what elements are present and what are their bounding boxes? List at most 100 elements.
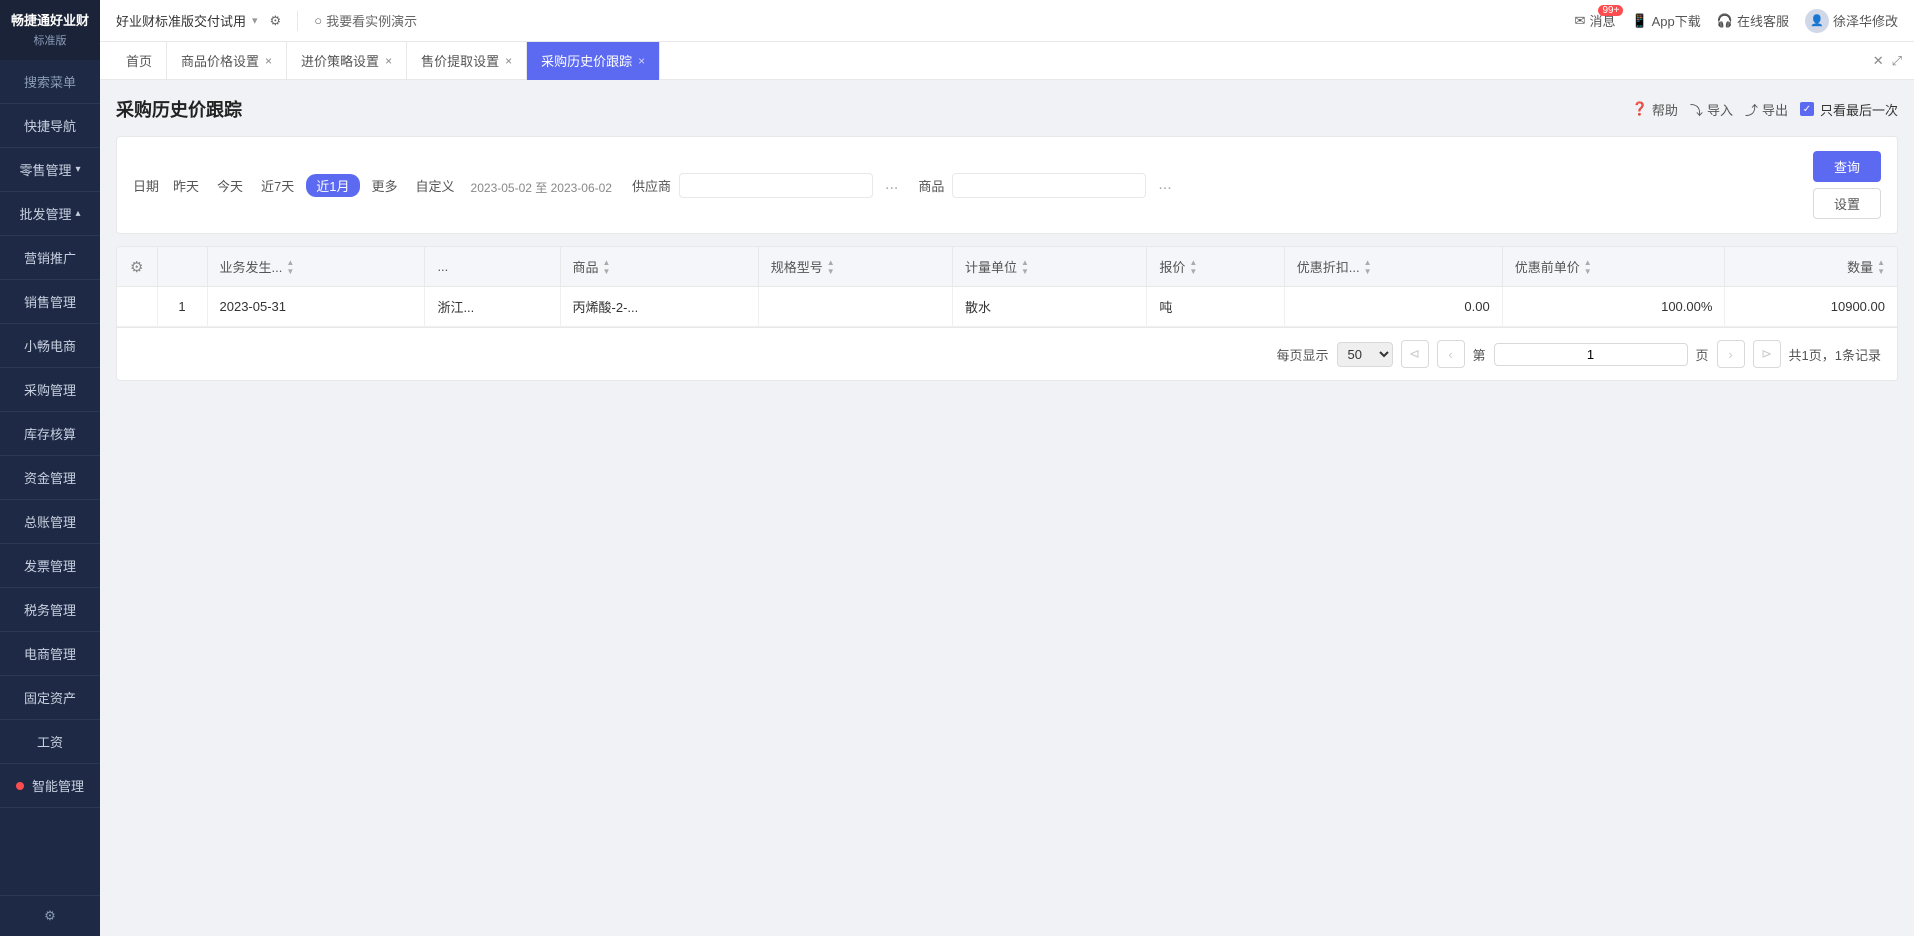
prev-page-button[interactable]: ‹	[1437, 340, 1465, 368]
th-date[interactable]: 业务发生... ▲▼	[207, 247, 425, 287]
last-page-button[interactable]: ⊳	[1753, 340, 1781, 368]
tab-purchase-strategy-label: 进价策略设置	[301, 51, 379, 70]
sidebar-item-purchase[interactable]: 采购管理	[0, 368, 100, 412]
close-icon[interactable]: ×	[385, 54, 392, 68]
close-icon[interactable]: ×	[265, 54, 272, 68]
date-option-more[interactable]: 更多	[366, 174, 404, 197]
sidebar-item-inventory[interactable]: 库存核算	[0, 412, 100, 456]
th-quantity[interactable]: 数量 ▲▼	[1725, 247, 1897, 287]
help-label: 帮助	[1652, 100, 1678, 119]
tab-purchase-history[interactable]: 采购历史价跟踪 ×	[527, 42, 660, 80]
online-service-label: 在线客服	[1737, 11, 1789, 30]
th-dots[interactable]: ...	[425, 247, 560, 287]
th-price[interactable]: 报价 ▲▼	[1147, 247, 1284, 287]
sidebar-item-sales[interactable]: 销售管理	[0, 280, 100, 324]
topbar-settings-icon[interactable]: ⚙	[270, 13, 282, 29]
date-options: 昨天 今天 近7天 近1月 更多 自定义	[167, 174, 461, 197]
export-button[interactable]: ⤴ 导出	[1745, 100, 1788, 119]
message-icon: ✉	[1575, 13, 1586, 29]
sidebar-item-ai[interactable]: 智能管理	[0, 764, 100, 808]
chevron-down-icon: ▾	[75, 164, 80, 175]
sidebar: 畅捷通好业财 标准版 搜索菜单 快捷导航 零售管理 ▾ 批发管理 ▴ 营销推广 …	[0, 0, 100, 936]
demo-label: 我要看实例演示	[326, 11, 417, 30]
headset-icon: 🎧	[1717, 13, 1733, 29]
filter-bar: 日期 昨天 今天 近7天 近1月 更多 自定义 2023-05-02 至 202…	[116, 136, 1898, 234]
topbar: 好业财标准版交付试用 ▾ ⚙ ○ 我要看实例演示 ✉ 消息 99+ 📱 App下…	[100, 0, 1914, 42]
import-button[interactable]: ⤵ 导入	[1690, 100, 1733, 119]
sidebar-item-finance[interactable]: 资金管理	[0, 456, 100, 500]
supplier-dots[interactable]: ...	[885, 176, 898, 194]
product-dots[interactable]: ...	[1158, 176, 1171, 194]
supplier-input[interactable]	[679, 173, 873, 198]
user-name: 徐泽华修改	[1833, 11, 1898, 30]
th-spec[interactable]: 规格型号 ▲▼	[758, 247, 952, 287]
sidebar-item-fixed-assets[interactable]: 固定资产	[0, 676, 100, 720]
date-option-custom[interactable]: 自定义	[410, 174, 461, 197]
sidebar-item-quick-nav[interactable]: 快捷导航	[0, 104, 100, 148]
only-last-checkbox-label[interactable]: ✓ 只看最后一次	[1800, 100, 1898, 119]
tab-product-price[interactable]: 商品价格设置 ×	[167, 42, 287, 80]
app-download-button[interactable]: 📱 App下载	[1631, 11, 1700, 30]
settings-button[interactable]: 设置	[1813, 188, 1881, 219]
product-selector[interactable]: 好业财标准版交付试用 ▾	[116, 11, 258, 30]
sidebar-item-salary[interactable]: 工资	[0, 720, 100, 764]
sidebar-item-wholesale[interactable]: 批发管理 ▴	[0, 192, 100, 236]
date-option-1month[interactable]: 近1月	[306, 174, 359, 197]
search-menu-button[interactable]: 搜索菜单	[8, 68, 92, 95]
per-page-select[interactable]: 50 100 200	[1337, 342, 1393, 367]
user-profile-button[interactable]: 👤 徐泽华修改	[1805, 9, 1898, 33]
settings-icon[interactable]: ⚙	[44, 908, 56, 924]
sidebar-item-ecommerce[interactable]: 电商管理	[0, 632, 100, 676]
help-button[interactable]: ❓ 帮助	[1632, 100, 1678, 119]
messages-button[interactable]: ✉ 消息 99+	[1575, 11, 1616, 30]
sidebar-item-label: 小畅电商	[24, 336, 76, 355]
sidebar-item-label: 总账管理	[24, 512, 76, 531]
sidebar-item-invoice[interactable]: 发票管理	[0, 544, 100, 588]
th-product[interactable]: 商品 ▲▼	[560, 247, 758, 287]
th-discount[interactable]: 优惠折扣... ▲▼	[1284, 247, 1502, 287]
sidebar-item-marketing[interactable]: 营销推广	[0, 236, 100, 280]
date-label: 日期	[133, 176, 159, 195]
th-unit[interactable]: 计量单位 ▲▼	[953, 247, 1147, 287]
close-icon[interactable]: ×	[505, 54, 512, 68]
maximize-icon[interactable]: ⤢	[1892, 53, 1902, 69]
first-page-button[interactable]: ⊲	[1401, 340, 1429, 368]
sidebar-item-label: 发票管理	[24, 556, 76, 575]
tab-purchase-strategy[interactable]: 进价策略设置 ×	[287, 42, 407, 80]
chevron-down-icon: ▾	[252, 14, 258, 27]
date-option-yesterday[interactable]: 昨天	[167, 174, 205, 197]
next-page-button[interactable]: ›	[1717, 340, 1745, 368]
sidebar-item-label: 采购管理	[24, 380, 76, 399]
filter-actions: 查询 设置	[1813, 151, 1881, 219]
sidebar-item-retail[interactable]: 零售管理 ▾	[0, 148, 100, 192]
close-window-icon[interactable]: ✕	[1873, 53, 1884, 69]
only-last-checkbox[interactable]: ✓	[1800, 102, 1814, 116]
close-icon[interactable]: ×	[638, 54, 645, 68]
sidebar-item-tax[interactable]: 税务管理	[0, 588, 100, 632]
page-word: 第	[1473, 345, 1486, 364]
query-button[interactable]: 查询	[1813, 151, 1881, 182]
sidebar-item-label: 固定资产	[24, 688, 76, 707]
sidebar-item-ledger[interactable]: 总账管理	[0, 500, 100, 544]
date-option-7days[interactable]: 近7天	[255, 174, 300, 197]
product-input[interactable]	[952, 173, 1146, 198]
td-setting	[117, 287, 157, 327]
supplier-label: 供应商	[632, 176, 671, 195]
tab-price-extract[interactable]: 售价提取设置 ×	[407, 42, 527, 80]
sidebar-item-ecommerce-small[interactable]: 小畅电商	[0, 324, 100, 368]
mobile-icon: 📱	[1631, 13, 1647, 29]
sidebar-item-label: 资金管理	[24, 468, 76, 487]
table-row: 1 2023-05-31 浙江... 丙烯酸-2-...	[117, 287, 1897, 327]
date-option-today[interactable]: 今天	[211, 174, 249, 197]
column-settings-button[interactable]: ⚙	[130, 258, 143, 276]
online-service-button[interactable]: 🎧 在线客服	[1717, 11, 1789, 30]
data-table: ⚙ 业务发生... ▲▼ ...	[117, 247, 1897, 327]
tab-home[interactable]: 首页	[112, 42, 167, 80]
th-pre-discount-price[interactable]: 优惠前单价 ▲▼	[1502, 247, 1725, 287]
page-number-input[interactable]	[1494, 343, 1688, 366]
sidebar-item-label: 快捷导航	[24, 116, 76, 135]
td-unit: 散水	[953, 287, 1147, 327]
import-icon: ⤵	[1690, 100, 1703, 119]
demo-button[interactable]: ○ 我要看实例演示	[314, 11, 417, 30]
import-label: 导入	[1707, 100, 1733, 119]
